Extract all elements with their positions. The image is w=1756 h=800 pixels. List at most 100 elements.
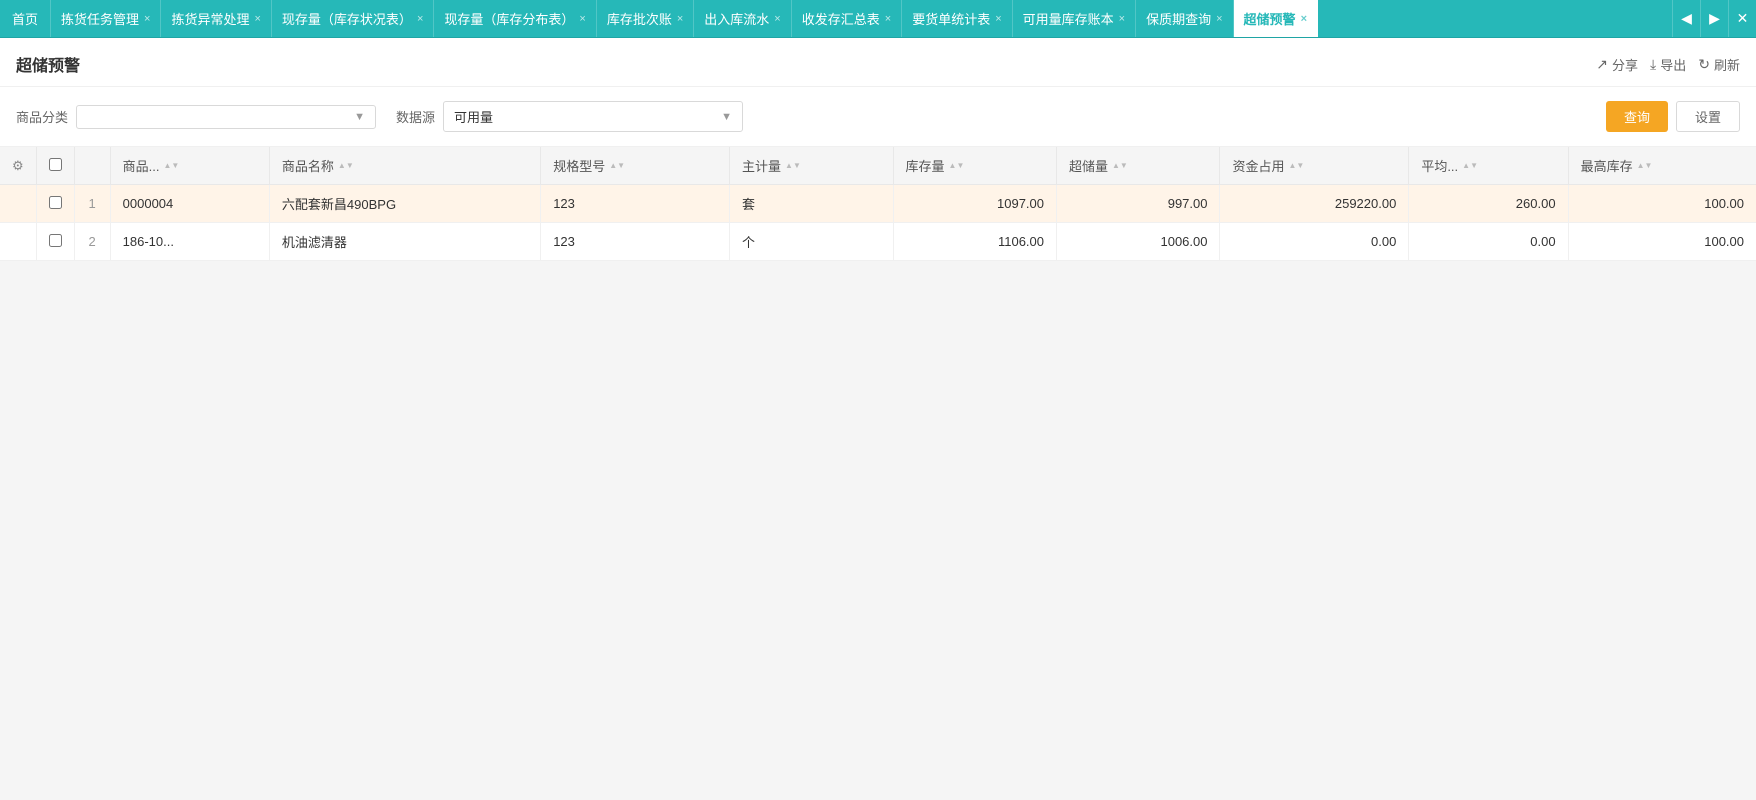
refresh-label: 刷新	[1714, 55, 1740, 74]
row-avg: 0.00	[1409, 223, 1568, 261]
share-button[interactable]: ↗ 分享	[1596, 55, 1638, 74]
th-unit[interactable]: 主计量 ▲▼	[730, 147, 893, 185]
row-max-stock: 100.00	[1568, 185, 1756, 223]
row-over-stock: 997.00	[1057, 185, 1220, 223]
product-category-arrow: ▼	[354, 111, 365, 123]
share-icon: ↗	[1596, 56, 1608, 73]
tab-close-tab3[interactable]: ×	[417, 13, 423, 25]
data-source-arrow: ▼	[721, 111, 732, 123]
query-button[interactable]: 查询	[1606, 101, 1668, 132]
tab-label: 库存批次账	[607, 9, 672, 28]
th-max-stock[interactable]: 最高库存 ▲▼	[1568, 147, 1756, 185]
tab-close-tab9[interactable]: ×	[1119, 13, 1125, 25]
nav-close-btn[interactable]: ✕	[1728, 0, 1756, 38]
nav-prev-btn[interactable]: ◀	[1672, 0, 1700, 38]
row-avg: 260.00	[1409, 185, 1568, 223]
nav-tab-tab4[interactable]: 现存量（库存分布表） ×	[434, 0, 596, 37]
refresh-button[interactable]: ↻ 刷新	[1698, 55, 1740, 74]
th-avg[interactable]: 平均... ▲▼	[1409, 147, 1568, 185]
tab-close-tab8[interactable]: ×	[995, 13, 1001, 25]
row-max-stock: 100.00	[1568, 223, 1756, 261]
row-checkbox-0[interactable]	[49, 196, 62, 209]
tab-close-tab6[interactable]: ×	[774, 13, 780, 25]
page-title: 超储预警	[16, 52, 80, 76]
row-product-code: 186-10...	[110, 223, 269, 261]
th-product-name[interactable]: 商品名称 ▲▼	[269, 147, 540, 185]
page-container: 超储预警 ↗ 分享 ⤓ 导出 ↻ 刷新 商品分类 ▼ 数据源	[0, 38, 1756, 261]
data-source-select[interactable]: 可用量 ▼	[443, 101, 743, 132]
nav-tab-tab8[interactable]: 要货单统计表 ×	[902, 0, 1012, 37]
th-check	[36, 147, 74, 185]
share-label: 分享	[1612, 55, 1638, 74]
row-product-name: 机油滤清器	[269, 223, 540, 261]
row-capital: 259220.00	[1220, 185, 1409, 223]
settings-button[interactable]: 设置	[1676, 101, 1740, 132]
th-num	[74, 147, 110, 185]
nav-home[interactable]: 首页	[0, 0, 51, 37]
tab-label: 可用量库存账本	[1023, 9, 1114, 28]
nav-tab-tab3[interactable]: 现存量（库存状况表）×	[272, 0, 434, 37]
row-checkbox-1[interactable]	[49, 234, 62, 247]
row-over-stock: 1006.00	[1057, 223, 1220, 261]
product-category-select[interactable]: ▼	[76, 105, 376, 129]
row-product-name: 六配套新昌490BPG	[269, 185, 540, 223]
product-category-label: 商品分类	[16, 107, 68, 126]
sort-icon-unit: ▲▼	[785, 161, 801, 170]
th-product-code[interactable]: 商品... ▲▼	[110, 147, 269, 185]
filter-area: 商品分类 ▼ 数据源 可用量 ▼ 查询 设置	[0, 87, 1756, 147]
tab-label: 收发存汇总表	[802, 9, 880, 28]
table-row: 1 0000004 六配套新昌490BPG 123 套 1097.00 997.…	[0, 185, 1756, 223]
nav-next-btn[interactable]: ▶	[1700, 0, 1728, 38]
sort-icon-spec: ▲▼	[609, 161, 625, 170]
nav-tab-tab10[interactable]: 保质期查询×	[1136, 0, 1233, 37]
row-unit: 套	[730, 185, 893, 223]
export-button[interactable]: ⤓ 导出	[1650, 55, 1686, 74]
export-icon: ⤓	[1650, 56, 1656, 73]
data-source-group: 数据源 可用量 ▼	[396, 101, 743, 132]
th-stock[interactable]: 库存量 ▲▼	[893, 147, 1056, 185]
tab-close-tab4[interactable]: ×	[579, 13, 585, 25]
tab-label: 拣货任务管理	[61, 9, 139, 28]
nav-tab-tab1[interactable]: 拣货任务管理 ×	[51, 0, 161, 37]
th-spec[interactable]: 规格型号 ▲▼	[541, 147, 730, 185]
data-source-value: 可用量	[454, 107, 493, 126]
row-check-cell	[36, 223, 74, 261]
filter-actions: 查询 设置	[1606, 101, 1740, 132]
tab-label: 现存量（库存分布表）	[444, 9, 574, 28]
nav-tab-tab11[interactable]: 超储预警×	[1234, 0, 1318, 37]
sort-icon-avg: ▲▼	[1462, 161, 1478, 170]
nav-tab-tab7[interactable]: 收发存汇总表 ×	[792, 0, 902, 37]
refresh-icon: ↻	[1698, 56, 1710, 73]
tab-close-tab10[interactable]: ×	[1216, 13, 1222, 25]
gear-settings-icon[interactable]: ⚙	[12, 158, 24, 173]
row-check-cell	[36, 185, 74, 223]
tab-label: 拣货异常处理	[171, 9, 249, 28]
row-num-cell: 2	[74, 223, 110, 261]
tab-close-tab2[interactable]: ×	[254, 13, 260, 25]
th-capital[interactable]: 资金占用 ▲▼	[1220, 147, 1409, 185]
tab-close-tab5[interactable]: ×	[677, 13, 683, 25]
row-capital: 0.00	[1220, 223, 1409, 261]
nav-tab-tab9[interactable]: 可用量库存账本 ×	[1013, 0, 1136, 37]
data-source-label: 数据源	[396, 107, 435, 126]
th-gear: ⚙	[0, 147, 36, 185]
sort-icon-product-name: ▲▼	[338, 161, 354, 170]
page-header: 超储预警 ↗ 分享 ⤓ 导出 ↻ 刷新	[0, 38, 1756, 87]
tab-close-tab11[interactable]: ×	[1301, 13, 1307, 25]
tab-close-tab7[interactable]: ×	[885, 13, 891, 25]
row-spec: 123	[541, 185, 730, 223]
page-actions: ↗ 分享 ⤓ 导出 ↻ 刷新	[1596, 55, 1740, 74]
sort-icon-product-code: ▲▼	[164, 161, 180, 170]
th-over-stock[interactable]: 超储量 ▲▼	[1057, 147, 1220, 185]
tab-close-tab1[interactable]: ×	[144, 13, 150, 25]
nav-tab-tab5[interactable]: 库存批次账 ×	[597, 0, 694, 37]
select-all-checkbox[interactable]	[49, 158, 62, 171]
row-spec: 123	[541, 223, 730, 261]
nav-tab-tab6[interactable]: 出入库流水 ×	[694, 0, 791, 37]
tab-label: 出入库流水	[704, 9, 769, 28]
nav-arrows: ◀ ▶ ✕	[1672, 0, 1756, 38]
tab-label: 要货单统计表	[912, 9, 990, 28]
top-nav: 首页 拣货任务管理×拣货异常处理×现存量（库存状况表）×现存量（库存分布表）×库…	[0, 0, 1756, 38]
nav-tab-tab2[interactable]: 拣货异常处理 ×	[161, 0, 271, 37]
row-unit: 个	[730, 223, 893, 261]
